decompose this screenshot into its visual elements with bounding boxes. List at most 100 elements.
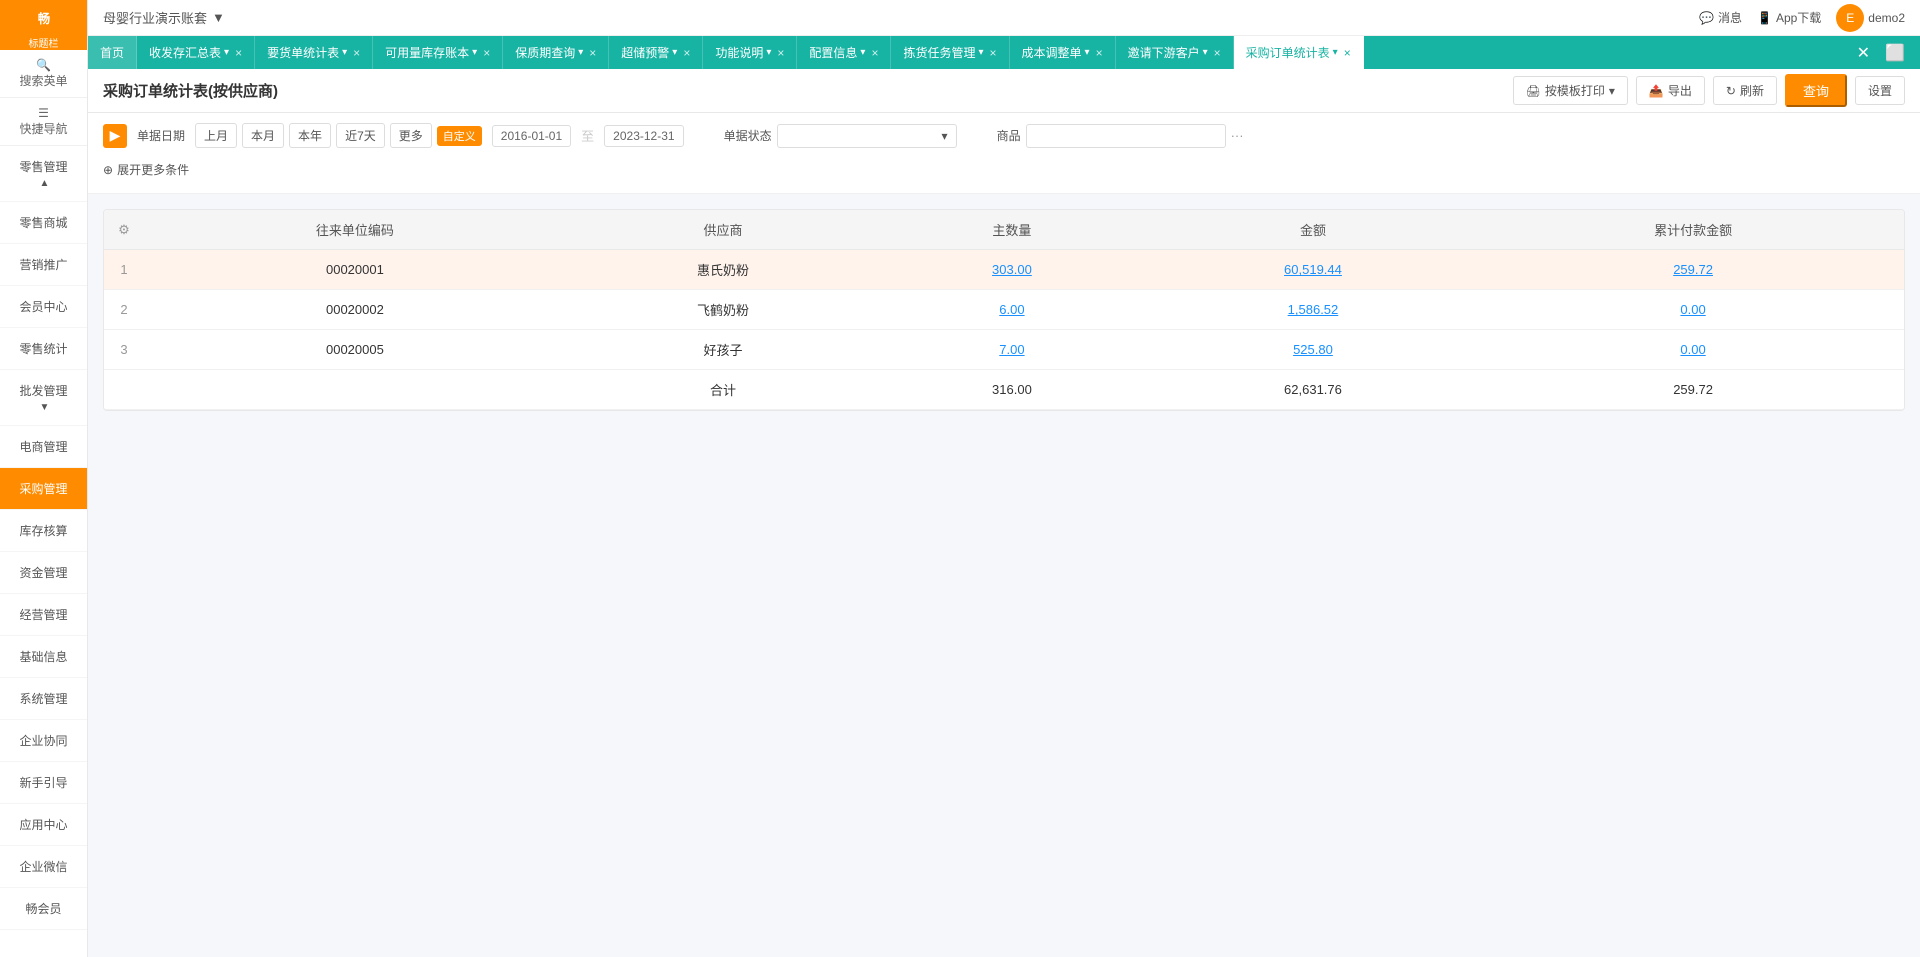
tab-close-icon[interactable]: × [235, 46, 242, 60]
tab-close-icon[interactable]: × [777, 46, 784, 60]
goods-input[interactable] [1026, 124, 1226, 148]
page-header-bar: 采购订单统计表(按供应商) 🖨 按模板打印 ▾ 📤 导出 ↻ 刷新 查询 设置 [88, 69, 1920, 113]
sidebar-item-marketing[interactable]: 营销推广 [0, 244, 87, 286]
sidebar-item-label: 系统管理 [5, 690, 82, 707]
sidebar-item-enterprise-collab[interactable]: 企业协同 [0, 720, 87, 762]
supplier-name-cell: 惠氏奶粉 [566, 250, 880, 290]
sidebar-item-free-member[interactable]: 畅会员 [0, 888, 87, 930]
tab-arrow-icon: ▾ [978, 47, 983, 58]
sidebar-item-retail-shop[interactable]: 零售商城 [0, 202, 87, 244]
sidebar-item-ecommerce-mgmt[interactable]: 电商管理 [0, 426, 87, 468]
status-select[interactable]: ▾ [777, 124, 957, 148]
workspace-name: 母婴行业演示账套 [103, 8, 207, 27]
date-start-input[interactable]: 2016-01-01 [492, 125, 571, 147]
supplier-code-cell: 00020005 [144, 330, 566, 370]
tab-expiry-query[interactable]: 保质期查询 ▾ × [503, 36, 609, 69]
sidebar-item-inventory-check[interactable]: 库存核算 [0, 510, 87, 552]
tab-cost-adjust[interactable]: 成本调整单 ▾ × [1010, 36, 1116, 69]
expand-icon: ⊕ [103, 163, 113, 177]
row-number: 2 [104, 290, 144, 330]
paid-amount-cell[interactable]: 0.00 [1482, 290, 1904, 330]
tab-config-info[interactable]: 配置信息 ▾ × [797, 36, 891, 69]
main-qty-cell[interactable]: 6.00 [880, 290, 1144, 330]
col-gear[interactable]: ⚙ [104, 210, 144, 250]
expand-more-conditions-btn[interactable]: ⊕ 展开更多条件 [103, 156, 1905, 183]
tab-receive-send-summary[interactable]: 收发存汇总表 ▾ × [137, 36, 255, 69]
tab-invite-downstream[interactable]: 邀请下游客户 ▾ × [1116, 36, 1234, 69]
tab-close-icon[interactable]: × [589, 46, 596, 60]
tab-close-icon[interactable]: × [483, 46, 490, 60]
message-btn[interactable]: 💬 消息 [1699, 9, 1742, 26]
amount-cell[interactable]: 1,586.52 [1144, 290, 1482, 330]
sidebar-search[interactable]: 🔍 搜索英单 [0, 50, 87, 98]
tab-close-icon[interactable]: × [1096, 46, 1103, 60]
tab-purchase-order-summary[interactable]: 采购订单统计表 ▾ × [1234, 36, 1364, 69]
tab-close-icon[interactable]: × [990, 46, 997, 60]
print-icon: 🖨 [1526, 84, 1541, 98]
tab-close-icon[interactable]: × [1214, 46, 1221, 60]
refresh-btn[interactable]: ↻ 刷新 [1713, 76, 1777, 105]
settings-btn[interactable]: 设置 [1855, 76, 1905, 105]
tab-pick-task-mgmt[interactable]: 拣货任务管理 ▾ × [891, 36, 1009, 69]
tab-overstock-alert[interactable]: 超储预警 ▾ × [609, 36, 703, 69]
sidebar-quick-nav[interactable]: ☰ 快捷导航 [0, 98, 87, 146]
app-download-btn[interactable]: 📱 App下载 [1757, 9, 1821, 26]
sidebar-item-enterprise-wechat[interactable]: 企业微信 [0, 846, 87, 888]
tab-purchase-summary[interactable]: 要货单统计表 ▾ × [255, 36, 373, 69]
tab-close-icon[interactable]: × [683, 46, 690, 60]
sidebar-logo[interactable]: 畅 标题栏 [0, 0, 87, 50]
sidebar-item-wholesale-mgmt[interactable]: 批发管理 ▼ [0, 370, 87, 426]
sidebar-item-sys-mgmt[interactable]: 系统管理 [0, 678, 87, 720]
settings-gear-icon[interactable]: ⚙ [118, 222, 130, 237]
sidebar-logo-text: 标题栏 [29, 35, 59, 50]
purchase-order-table: ⚙ 往来单位编码 供应商 主数量 金额 累计付款金额 1 00020001 [104, 210, 1904, 410]
sidebar-item-finance-mgmt[interactable]: 资金管理 [0, 552, 87, 594]
footer-label: 合计 [566, 370, 880, 410]
user-profile-btn[interactable]: E demo2 [1836, 4, 1905, 32]
col-supplier-code: 往来单位编码 [144, 210, 566, 250]
sidebar-item-basic-info[interactable]: 基础信息 [0, 636, 87, 678]
sidebar-item-purchase-mgmt[interactable]: 采购管理 [0, 468, 87, 510]
tab-home[interactable]: 首页 [88, 36, 137, 69]
workspace-selector[interactable]: 母婴行业演示账套 ▼ [103, 8, 225, 27]
sidebar-item-new-guide[interactable]: 新手引导 [0, 762, 87, 804]
maximize-window-btn[interactable]: ⬜ [1880, 41, 1910, 65]
goods-filter-label: 商品 [997, 127, 1021, 144]
sidebar-item-retail-stats[interactable]: 零售统计 [0, 328, 87, 370]
sidebar-item-member-center[interactable]: 会员中心 [0, 286, 87, 328]
tab-function-desc[interactable]: 功能说明 ▾ × [703, 36, 797, 69]
tab-close-active-icon[interactable]: × [1344, 46, 1351, 60]
status-filter-group: 单据状态 ▾ [724, 124, 957, 148]
print-template-btn[interactable]: 🖨 按模板打印 ▾ [1513, 76, 1628, 105]
query-btn[interactable]: 查询 [1785, 74, 1847, 107]
nav-icon: ☰ [38, 106, 49, 120]
paid-amount-cell[interactable]: 0.00 [1482, 330, 1904, 370]
amount-cell[interactable]: 60,519.44 [1144, 250, 1482, 290]
this-year-btn[interactable]: 本年 [289, 123, 331, 148]
tab-close-icon[interactable]: × [871, 46, 878, 60]
filter-toggle-btn[interactable]: ▶ [103, 124, 127, 148]
sidebar-item-retail-mgmt[interactable]: 零售管理 ▲ [0, 146, 87, 202]
this-month-btn[interactable]: 本月 [242, 123, 284, 148]
supplier-code-cell: 00020001 [144, 250, 566, 290]
main-qty-cell[interactable]: 7.00 [880, 330, 1144, 370]
topnav-window-actions: ✕ ⬜ [1842, 41, 1920, 65]
last7-btn[interactable]: 近7天 [336, 123, 385, 148]
sidebar-item-ops-mgmt[interactable]: 经营管理 [0, 594, 87, 636]
sidebar-item-label: 零售统计 [5, 340, 82, 357]
sidebar-item-app-center[interactable]: 应用中心 [0, 804, 87, 846]
status-filter-label: 单据状态 [724, 127, 772, 144]
tab-arrow-icon: ▾ [672, 47, 677, 58]
col-paid-amount: 累计付款金额 [1482, 210, 1904, 250]
export-btn[interactable]: 📤 导出 [1636, 76, 1705, 105]
tab-available-inventory[interactable]: 可用量库存账本 ▾ × [373, 36, 503, 69]
paid-amount-cell[interactable]: 259.72 [1482, 250, 1904, 290]
date-end-input[interactable]: 2023-12-31 [604, 125, 683, 147]
last-month-btn[interactable]: 上月 [195, 123, 237, 148]
avatar: E [1836, 4, 1864, 32]
amount-cell[interactable]: 525.80 [1144, 330, 1482, 370]
close-window-btn[interactable]: ✕ [1852, 41, 1875, 65]
more-date-btn[interactable]: 更多 [390, 123, 432, 148]
tab-close-icon[interactable]: × [353, 46, 360, 60]
main-qty-cell[interactable]: 303.00 [880, 250, 1144, 290]
